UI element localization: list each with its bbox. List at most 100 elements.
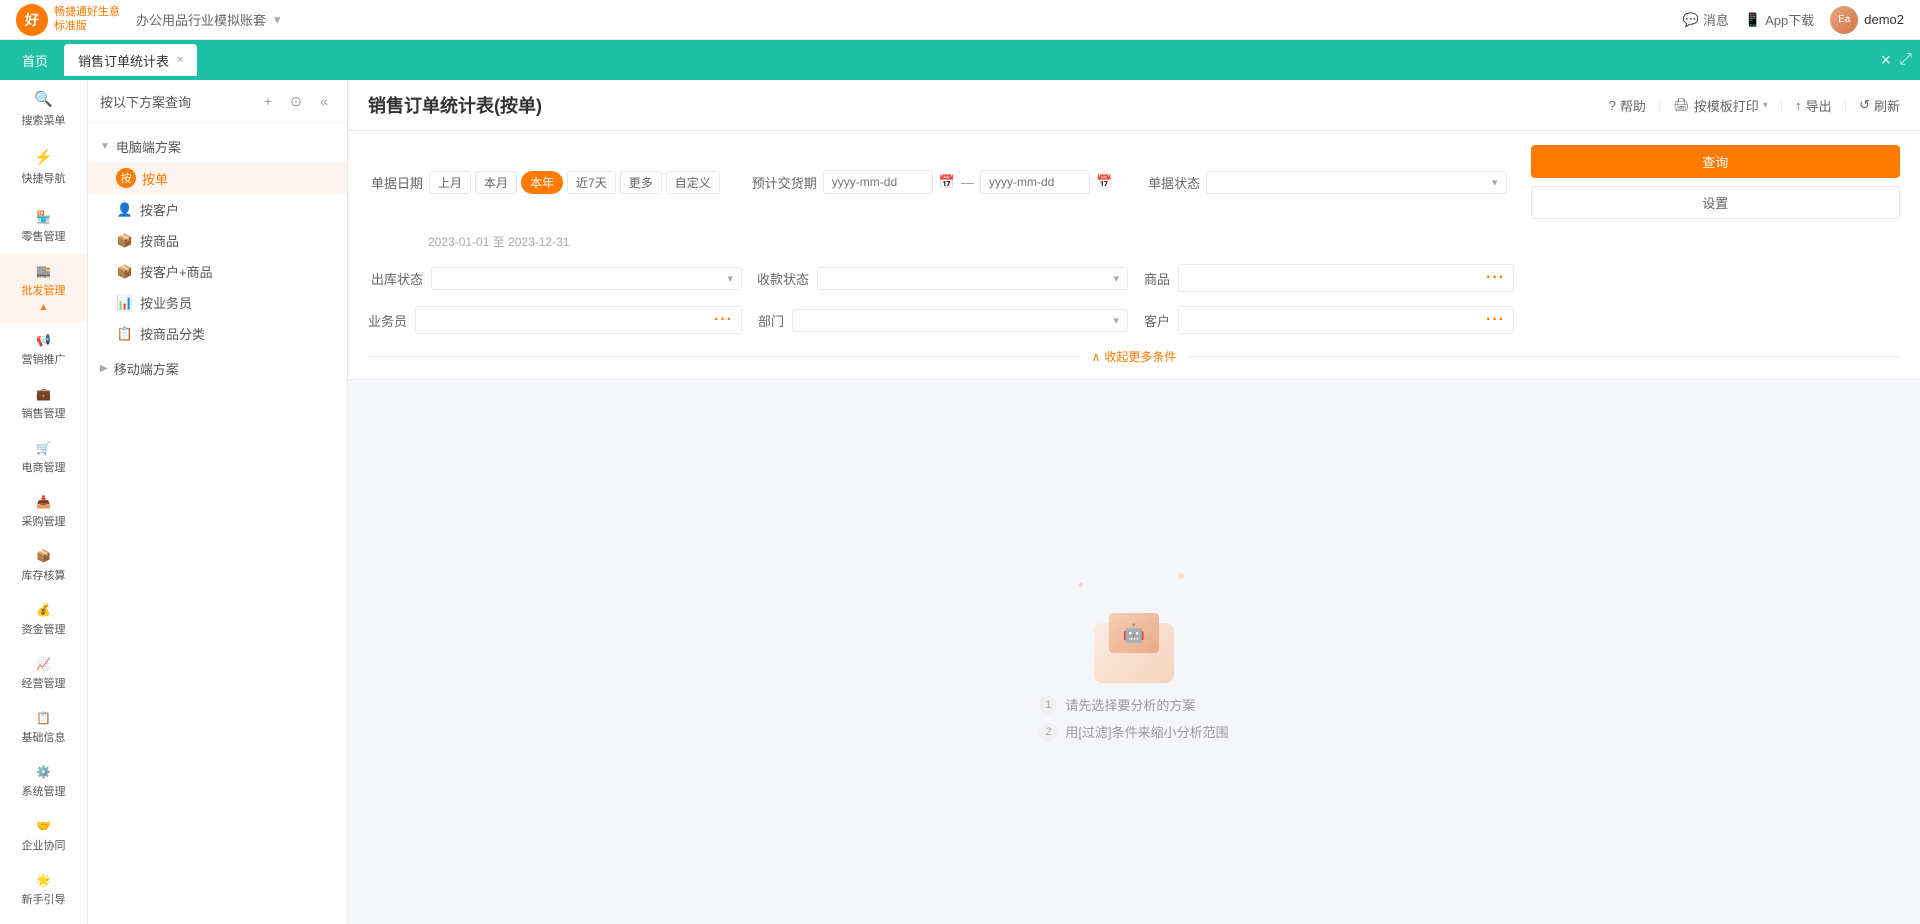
window-close-btn[interactable]: × bbox=[1881, 50, 1892, 71]
tree-item-by-order[interactable]: 按 按单 bbox=[88, 162, 347, 194]
wholesale-icon: 🏬 bbox=[36, 264, 51, 278]
collection-status-arrow: ▾ bbox=[1113, 272, 1119, 285]
expected-delivery-group: 预计交货期 📅 — 📅 bbox=[752, 170, 1113, 194]
top-bar-left: 好 畅捷通好生意 标准版 办公用品行业模拟账套 ▾ bbox=[16, 4, 281, 36]
user-area[interactable]: Ea demo2 bbox=[1830, 6, 1904, 34]
collapse-bar: ∧ 收起更多条件 bbox=[368, 348, 1900, 365]
date-btn-last-7-days[interactable]: 近7天 bbox=[567, 171, 616, 194]
tree-item-by-customer-product[interactable]: 📦 按客户+商品 bbox=[88, 256, 347, 287]
top-bar-right: 💬 消息 📱 App下载 Ea demo2 bbox=[1683, 6, 1904, 34]
collection-status-select[interactable]: ▾ bbox=[817, 267, 1128, 290]
product-more-dots[interactable]: ··· bbox=[1486, 269, 1505, 287]
salesperson-more-dots[interactable]: ··· bbox=[714, 311, 733, 329]
collection-status-group: 收款状态 ▾ bbox=[754, 267, 1128, 290]
document-status-select[interactable]: ▾ bbox=[1206, 171, 1506, 194]
system-icon: ⚙️ bbox=[36, 765, 51, 779]
export-btn[interactable]: ↑ 导出 bbox=[1795, 96, 1832, 115]
department-select[interactable]: ▾ bbox=[792, 309, 1128, 332]
left-panel-header: 按以下方案查询 + ⊙ « bbox=[88, 80, 347, 123]
tab-close-icon[interactable]: × bbox=[177, 54, 183, 66]
settings-plan-btn[interactable]: ⊙ bbox=[285, 90, 307, 112]
customer-more-dots[interactable]: ··· bbox=[1486, 311, 1505, 329]
calendar-to-icon[interactable]: 📅 bbox=[1096, 174, 1112, 190]
date-range-btns: 上月 本月 本年 近7天 更多 自定义 bbox=[429, 171, 720, 194]
mobile-section-chevron: ▶ bbox=[100, 363, 108, 374]
mobile-section-header[interactable]: ▶ 移动端方案 bbox=[88, 353, 347, 384]
logo-text: 畅捷通好生意 标准版 bbox=[54, 6, 120, 32]
date-to-input[interactable] bbox=[980, 170, 1090, 194]
sidebar-item-operations[interactable]: 📈 经营管理 bbox=[0, 647, 87, 701]
calendar-from-icon[interactable]: 📅 bbox=[939, 174, 955, 190]
sidebar-item-finance[interactable]: 💰 资金管理 bbox=[0, 593, 87, 647]
sidebar-item-sales[interactable]: 💼 销售管理 bbox=[0, 377, 87, 431]
customer-label: 客户 bbox=[1140, 311, 1170, 330]
pc-section-header[interactable]: ▼ 电脑端方案 bbox=[88, 131, 347, 162]
sidebar-item-retail[interactable]: 🏪 零售管理 bbox=[0, 200, 87, 254]
date-btn-this-month[interactable]: 本月 bbox=[475, 171, 517, 194]
action-btns: 查询 设置 bbox=[1531, 145, 1900, 219]
customer-select[interactable]: ··· bbox=[1178, 306, 1514, 334]
sidebar-item-wholesale[interactable]: 🏬 批发管理 ▲ bbox=[0, 254, 87, 323]
sidebar-item-enterprise[interactable]: 🤝 企业协同 bbox=[0, 809, 87, 863]
shipping-status-select[interactable]: ▾ bbox=[431, 267, 742, 290]
app-title-dropdown[interactable]: ▾ bbox=[274, 12, 281, 28]
message-action[interactable]: 💬 消息 bbox=[1683, 10, 1729, 29]
tree-item-by-salesperson[interactable]: 📊 按业务员 bbox=[88, 287, 347, 318]
date-btn-this-year[interactable]: 本年 bbox=[521, 171, 563, 194]
date-from-input[interactable] bbox=[823, 170, 933, 194]
filter-row-3: 业务员 ··· 部门 ▾ bbox=[368, 306, 1900, 334]
sidebar-item-basic[interactable]: 📋 基础信息 bbox=[0, 701, 87, 755]
date-btn-custom[interactable]: 自定义 bbox=[666, 171, 720, 194]
salesperson-group: 业务员 ··· bbox=[368, 306, 742, 334]
empty-illustration: 🤖 bbox=[1064, 563, 1204, 683]
sidebar-item-app-center[interactable]: 🔲 应用中心 bbox=[0, 917, 87, 924]
date-btn-last-month[interactable]: 上月 bbox=[429, 171, 471, 194]
date-range-text: 2023-01-01 至 2023-12-31 bbox=[368, 233, 1900, 250]
product-select[interactable]: ··· bbox=[1178, 264, 1514, 292]
refresh-btn[interactable]: ↺ 刷新 bbox=[1859, 96, 1900, 115]
sidebar-item-inventory[interactable]: 📦 库存核算 bbox=[0, 539, 87, 593]
sidebar-item-ecommerce[interactable]: 🛒 电商管理 bbox=[0, 431, 87, 485]
query-btn[interactable]: 查询 bbox=[1531, 145, 1900, 178]
empty-state: 🤖 1 请先选择要分析的方案 2 用[过滤]条件来缩小分析范围 bbox=[1039, 563, 1228, 741]
app-title: 办公用品行业模拟账套 bbox=[136, 10, 266, 29]
window-expand-btn[interactable]: ⤢ bbox=[1899, 51, 1912, 69]
by-product-label: 按商品 bbox=[140, 231, 179, 250]
tree-item-by-product-category[interactable]: 📋 按商品分类 bbox=[88, 318, 347, 349]
app-download-action[interactable]: 📱 App下载 bbox=[1745, 10, 1814, 29]
mobile-section: ▶ 移动端方案 bbox=[88, 353, 347, 384]
sidebar-item-newbie[interactable]: 🌟 新手引导 bbox=[0, 863, 87, 917]
date-btn-more[interactable]: 更多 bbox=[620, 171, 662, 194]
logo-area: 好 畅捷通好生意 标准版 bbox=[16, 4, 120, 36]
sidebar-search[interactable]: 🔍 搜索菜单 bbox=[0, 80, 87, 138]
operations-icon: 📈 bbox=[36, 657, 51, 671]
settings-btn[interactable]: 设置 bbox=[1531, 186, 1900, 219]
collapse-panel-btn[interactable]: « bbox=[313, 90, 335, 112]
tree-item-by-product[interactable]: 📦 按商品 bbox=[88, 225, 347, 256]
top-bar: 好 畅捷通好生意 标准版 办公用品行业模拟账套 ▾ 💬 消息 📱 App下载 E… bbox=[0, 0, 1920, 40]
salesperson-select[interactable]: ··· bbox=[415, 306, 742, 334]
sidebar-item-purchase[interactable]: 📥 采购管理 bbox=[0, 485, 87, 539]
add-plan-btn[interactable]: + bbox=[257, 90, 279, 112]
inventory-icon: 📦 bbox=[36, 549, 51, 563]
page-header: 销售订单统计表(按单) ? 帮助 | 🖨 按模板打印 ▾ | ↑ bbox=[348, 80, 1920, 131]
expected-delivery-label: 预计交货期 bbox=[752, 173, 817, 192]
search-icon: 🔍 bbox=[34, 90, 53, 108]
tab-bar: 首页 销售订单统计表 × × ⤢ bbox=[0, 40, 1920, 80]
empty-tip-1: 1 请先选择要分析的方案 bbox=[1039, 695, 1228, 714]
print-icon: 🖨 bbox=[1673, 97, 1690, 113]
wholesale-expand-icon: ▲ bbox=[39, 302, 49, 313]
empty-tip-2: 2 用[过滤]条件来缩小分析范围 bbox=[1039, 722, 1228, 741]
tab-sales-order-summary[interactable]: 销售订单统计表 × bbox=[64, 44, 197, 76]
tree-item-by-customer[interactable]: 👤 按客户 bbox=[88, 194, 347, 225]
help-btn[interactable]: ? 帮助 bbox=[1609, 96, 1646, 115]
by-customer-product-label: 按客户+商品 bbox=[140, 262, 213, 281]
print-btn[interactable]: 🖨 按模板打印 ▾ bbox=[1673, 96, 1768, 115]
sidebar-quick-nav[interactable]: ⚡ 零售管理 快捷导航 bbox=[0, 138, 87, 196]
sidebar-item-system[interactable]: ⚙️ 系统管理 bbox=[0, 755, 87, 809]
sidebar-item-marketing[interactable]: 📢 营销推广 bbox=[0, 323, 87, 377]
message-icon: 💬 bbox=[1683, 12, 1699, 28]
tab-home[interactable]: 首页 bbox=[8, 44, 62, 76]
shipping-status-arrow: ▾ bbox=[727, 272, 733, 285]
collapse-btn[interactable]: ∧ 收起更多条件 bbox=[1080, 348, 1189, 365]
